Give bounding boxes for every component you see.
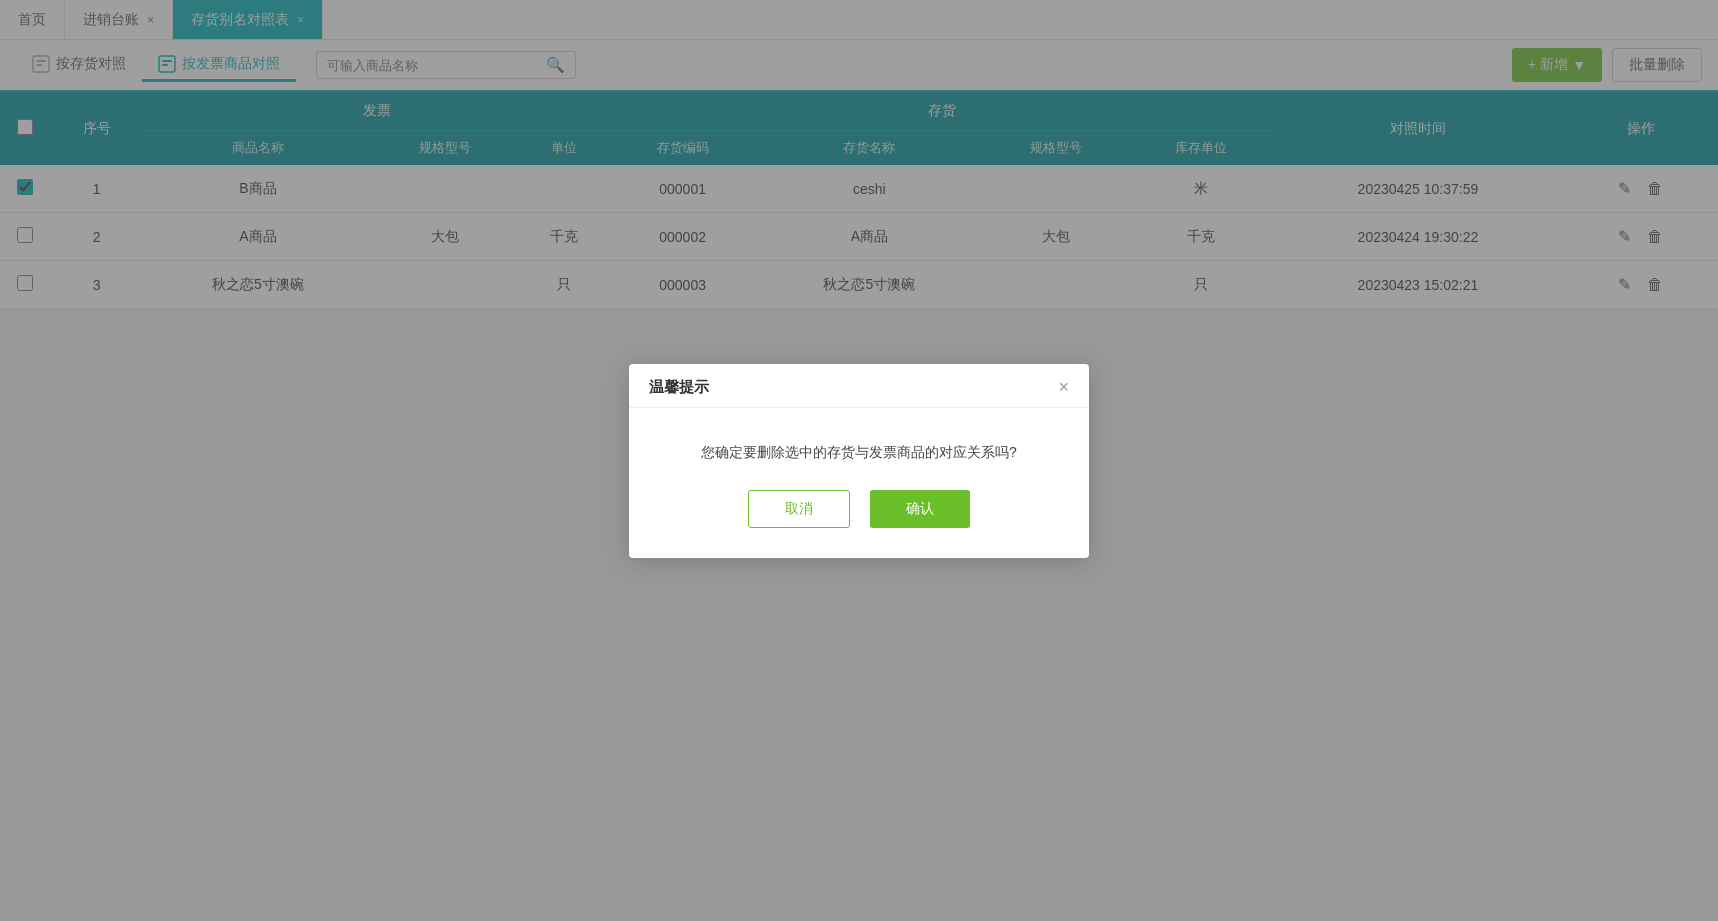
overlay: 温馨提示 × 您确定要删除选中的存货与发票商品的对应关系吗? 取消 确认 [0, 0, 1718, 309]
